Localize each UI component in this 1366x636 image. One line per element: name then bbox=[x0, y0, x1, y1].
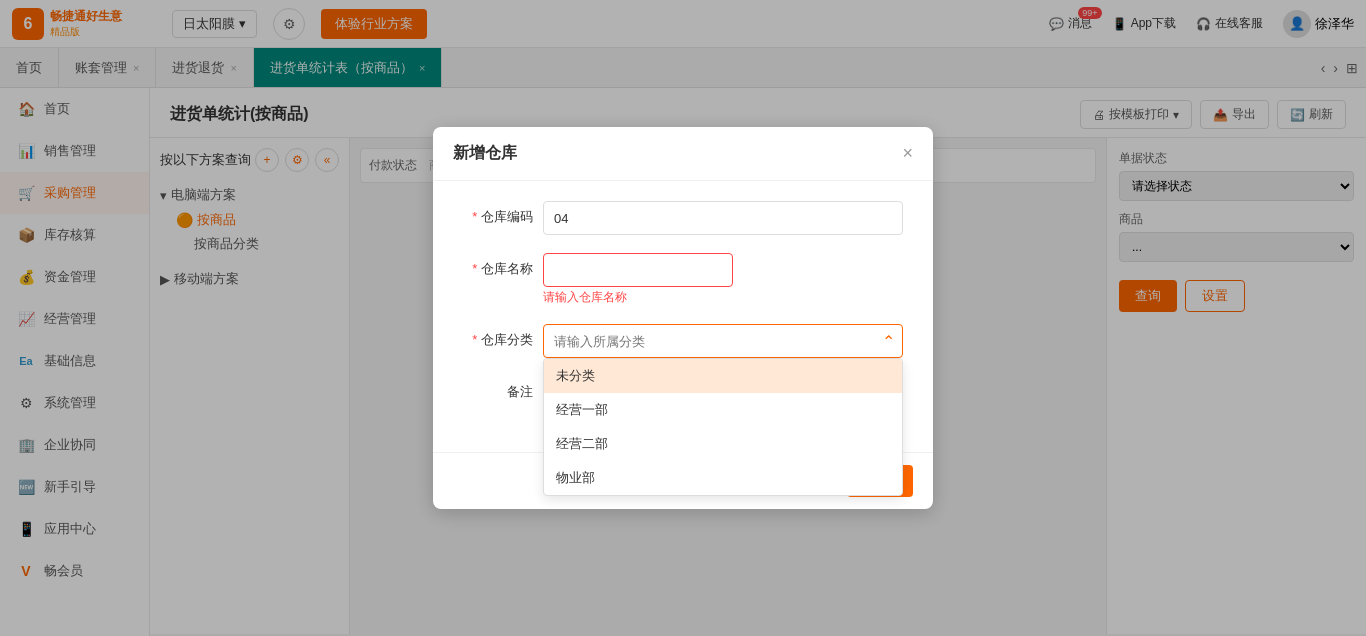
warehouse-category-row: 仓库分类 ⌃ 未分类 经营一部 经营二部 物业部 bbox=[463, 324, 903, 358]
modal-title: 新增仓库 bbox=[453, 143, 517, 164]
warehouse-code-input[interactable] bbox=[543, 201, 903, 235]
warehouse-name-input[interactable] bbox=[543, 253, 733, 287]
code-label: 仓库编码 bbox=[463, 201, 543, 226]
category-dropdown-toggle[interactable]: ⌃ bbox=[882, 332, 895, 351]
name-input-wrap: 请输入仓库名称 bbox=[543, 253, 903, 306]
warehouse-name-row: 仓库名称 请输入仓库名称 bbox=[463, 253, 903, 306]
warehouse-code-row: 仓库编码 bbox=[463, 201, 903, 235]
name-label: 仓库名称 bbox=[463, 253, 543, 278]
modal-header: 新增仓库 × bbox=[433, 127, 933, 181]
dropdown-item-dept2[interactable]: 经营二部 bbox=[544, 427, 902, 461]
warehouse-category-input[interactable] bbox=[543, 324, 903, 358]
category-dropdown: 未分类 经营一部 经营二部 物业部 bbox=[543, 358, 903, 496]
category-input-wrap: ⌃ 未分类 经营一部 经营二部 物业部 bbox=[543, 324, 903, 358]
category-label: 仓库分类 bbox=[463, 324, 543, 349]
dropdown-item-uncategorized[interactable]: 未分类 bbox=[544, 359, 902, 393]
dropdown-item-dept1[interactable]: 经营一部 bbox=[544, 393, 902, 427]
notes-label: 备注 bbox=[463, 376, 543, 401]
add-warehouse-modal: 新增仓库 × 仓库编码 仓库名称 请输入仓库名称 仓库分类 bbox=[433, 127, 933, 509]
modal-body: 仓库编码 仓库名称 请输入仓库名称 仓库分类 ⌃ 未分类 bbox=[433, 181, 933, 452]
dropdown-item-property[interactable]: 物业部 bbox=[544, 461, 902, 495]
name-error-tip: 请输入仓库名称 bbox=[543, 289, 903, 306]
modal-close-button[interactable]: × bbox=[902, 143, 913, 164]
modal-overlay: 新增仓库 × 仓库编码 仓库名称 请输入仓库名称 仓库分类 bbox=[0, 0, 1366, 636]
